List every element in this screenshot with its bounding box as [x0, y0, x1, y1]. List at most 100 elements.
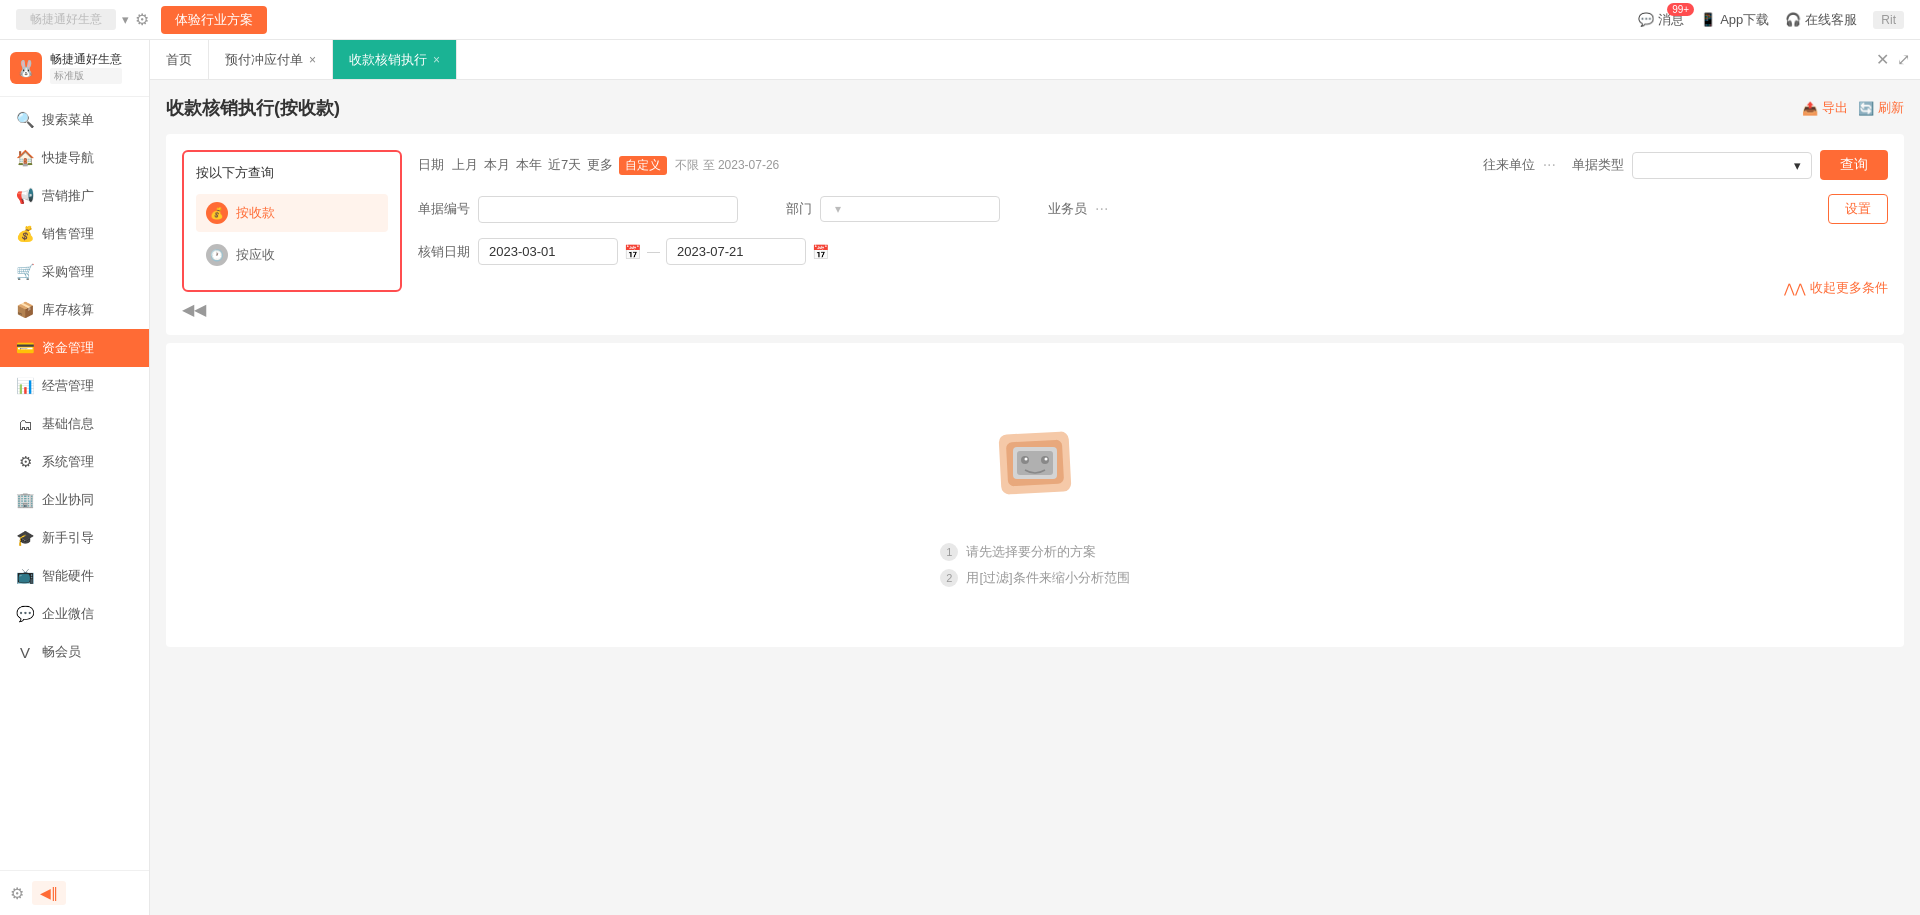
online-service-button[interactable]: 🎧 在线客服	[1785, 11, 1857, 29]
staff-label: 业务员	[1048, 200, 1087, 218]
empty-state: 1 请先选择要分析的方案 2 用[过滤]条件来缩小分析范围	[166, 343, 1904, 647]
dept-label: 部门	[786, 200, 812, 218]
tab-home[interactable]: 首页	[150, 40, 209, 79]
sidebar-item-inventory[interactable]: 📦库存核算	[0, 291, 149, 329]
filter-by-receipt-label: 按收款	[236, 204, 275, 222]
sidebar-item-search[interactable]: 🔍搜索菜单	[0, 101, 149, 139]
staff-filter-item: 业务员 ···	[1048, 200, 1108, 218]
topbar: 畅捷通好生意 ▾ ⚙ 体验行业方案 💬 消息 99+ 📱 App下载 🎧 在线客…	[0, 0, 1920, 40]
close-tab-button[interactable]: ✕	[1876, 50, 1889, 69]
sidebar-icon-purchase: 🛒	[16, 263, 34, 281]
tab-prepay[interactable]: 预付冲应付单 ×	[209, 40, 333, 79]
collapse-more-button[interactable]: ⋀⋀ 收起更多条件	[1784, 279, 1888, 297]
sidebar-label-wechat: 企业微信	[42, 605, 94, 623]
query-button[interactable]: 查询	[1820, 150, 1888, 180]
filter-right-panel: 日期 上月 本月 本年 近7天 更多 自定义 不限 至 2023-07-26	[418, 150, 1888, 319]
sidebar-item-hardware[interactable]: 📺智能硬件	[0, 557, 149, 595]
content-area: 首页预付冲应付单 × 收款核销执行 × ✕ ⤢ 收款核销执行(按收款) 📤 导出 🔄 …	[150, 40, 1920, 915]
dept-select[interactable]: ▾	[820, 196, 1000, 222]
counterparty-filter-item: 往来单位 ···	[1483, 156, 1556, 174]
sidebar: 🐰 畅捷通好生意 标准版 🔍搜索菜单🏠快捷导航📢营销推广💰销售管理🛒采购管理📦库…	[0, 40, 150, 915]
tab-close-prepay[interactable]: ×	[309, 53, 316, 67]
sidebar-item-finance[interactable]: 💳资金管理	[0, 329, 149, 367]
verify-date-start-calendar-icon[interactable]: 📅	[624, 244, 641, 260]
tab-receipt[interactable]: 收款核销执行 ×	[333, 40, 457, 79]
sidebar-item-member[interactable]: V畅会员	[0, 633, 149, 671]
page-title: 收款核销执行(按收款)	[166, 96, 340, 120]
sidebar-item-quicknav[interactable]: 🏠快捷导航	[0, 139, 149, 177]
app-icon: 📱	[1700, 12, 1716, 27]
date-7days[interactable]: 近7天	[548, 156, 581, 174]
user-avatar[interactable]: Rit	[1873, 11, 1904, 29]
filter-row-1: 日期 上月 本月 本年 近7天 更多 自定义 不限 至 2023-07-26	[418, 150, 1888, 180]
settings-button[interactable]: 设置	[1828, 194, 1888, 224]
brand-placeholder: 畅捷通好生意	[16, 9, 116, 30]
sidebar-item-system[interactable]: ⚙系统管理	[0, 443, 149, 481]
sidebar-item-operation[interactable]: 📊经营管理	[0, 367, 149, 405]
topbar-dropdown-icon[interactable]: ▾	[122, 12, 129, 27]
sidebar-item-purchase[interactable]: 🛒采购管理	[0, 253, 149, 291]
expand-tab-button[interactable]: ⤢	[1897, 50, 1910, 69]
sidebar-nav: 🔍搜索菜单🏠快捷导航📢营销推广💰销售管理🛒采购管理📦库存核算💳资金管理📊经营管理…	[0, 97, 149, 870]
tabs-actions: ✕ ⤢	[1866, 50, 1920, 69]
date-more[interactable]: 更多	[587, 156, 613, 174]
app-download-button[interactable]: 📱 App下载	[1700, 11, 1769, 29]
sidebar-item-enterprise[interactable]: 🏢企业协同	[0, 481, 149, 519]
solution-button[interactable]: 体验行业方案	[161, 6, 267, 34]
sidebar-icon-wechat: 💬	[16, 605, 34, 623]
app-label: App下载	[1720, 11, 1769, 29]
empty-hint-2: 2 用[过滤]条件来缩小分析范围	[940, 569, 1129, 587]
dept-filter-item: 部门 ▾	[786, 196, 1000, 222]
counterparty-label: 往来单位	[1483, 156, 1535, 174]
svg-point-6	[1025, 458, 1028, 461]
verify-date-start-input[interactable]	[478, 238, 618, 265]
docnumber-filter-item: 单据编号	[418, 196, 738, 223]
tab-close-receipt[interactable]: ×	[433, 53, 440, 67]
doctype-select[interactable]: ▾	[1632, 152, 1812, 179]
sidebar-logo-text: 畅捷通好生意	[50, 52, 122, 68]
staff-select[interactable]: ···	[1095, 200, 1108, 218]
refresh-button[interactable]: 🔄 刷新	[1858, 99, 1904, 117]
main-layout: 🐰 畅捷通好生意 标准版 🔍搜索菜单🏠快捷导航📢营销推广💰销售管理🛒采购管理📦库…	[0, 40, 1920, 915]
svg-point-7	[1045, 458, 1048, 461]
sidebar-item-base[interactable]: 🗂基础信息	[0, 405, 149, 443]
sidebar-settings-icon[interactable]: ⚙	[10, 884, 24, 903]
date-this-month[interactable]: 本月	[484, 156, 510, 174]
left-panel-collapse-button[interactable]: ◀◀	[182, 300, 206, 319]
date-this-year[interactable]: 本年	[516, 156, 542, 174]
counterparty-select[interactable]: ···	[1543, 156, 1556, 174]
filter-by-receipt[interactable]: 💰 按收款	[196, 194, 388, 232]
sidebar-label-base: 基础信息	[42, 415, 94, 433]
sidebar-item-sales[interactable]: 💰销售管理	[0, 215, 149, 253]
page-actions: 📤 导出 🔄 刷新	[1802, 99, 1904, 117]
sidebar-label-finance: 资金管理	[42, 339, 94, 357]
filter-panel-title: 按以下方查询	[196, 164, 388, 182]
page-header: 收款核销执行(按收款) 📤 导出 🔄 刷新	[166, 96, 1904, 120]
message-button[interactable]: 💬 消息 99+	[1638, 11, 1684, 29]
docnumber-input[interactable]	[478, 196, 738, 223]
sidebar-label-guide: 新手引导	[42, 529, 94, 547]
verify-date-end-input[interactable]	[666, 238, 806, 265]
date-last-month[interactable]: 上月	[452, 156, 478, 174]
sidebar-icon-quicknav: 🏠	[16, 149, 34, 167]
date-shortcuts: 上月 本月 本年 近7天 更多 自定义	[452, 156, 667, 175]
sidebar-collapse-button[interactable]: ◀‖	[32, 881, 66, 905]
date-custom-tag[interactable]: 自定义	[619, 156, 667, 175]
filter-row-3: 核销日期 📅 — 📅	[418, 238, 1888, 265]
sidebar-item-marketing[interactable]: 📢营销推广	[0, 177, 149, 215]
service-icon: 🎧	[1785, 12, 1801, 27]
sidebar-item-wechat[interactable]: 💬 企业微信	[0, 595, 149, 633]
sidebar-item-guide[interactable]: 🎓新手引导	[0, 519, 149, 557]
collapse-icon: ⋀⋀	[1784, 281, 1806, 296]
tab-label-prepay: 预付冲应付单	[225, 51, 303, 69]
tab-label-receipt: 收款核销执行	[349, 51, 427, 69]
sidebar-icon-hardware: 📺	[16, 567, 34, 585]
sidebar-label-member: 畅会员	[42, 643, 81, 661]
sidebar-label-operation: 经营管理	[42, 377, 94, 395]
hint-num-2: 2	[940, 569, 958, 587]
export-button[interactable]: 📤 导出	[1802, 99, 1848, 117]
hint-num-1: 1	[940, 543, 958, 561]
topbar-gear-icon[interactable]: ⚙	[135, 10, 149, 29]
verify-date-end-calendar-icon[interactable]: 📅	[812, 244, 829, 260]
filter-by-receivable[interactable]: 🕐 按应收	[196, 236, 388, 274]
